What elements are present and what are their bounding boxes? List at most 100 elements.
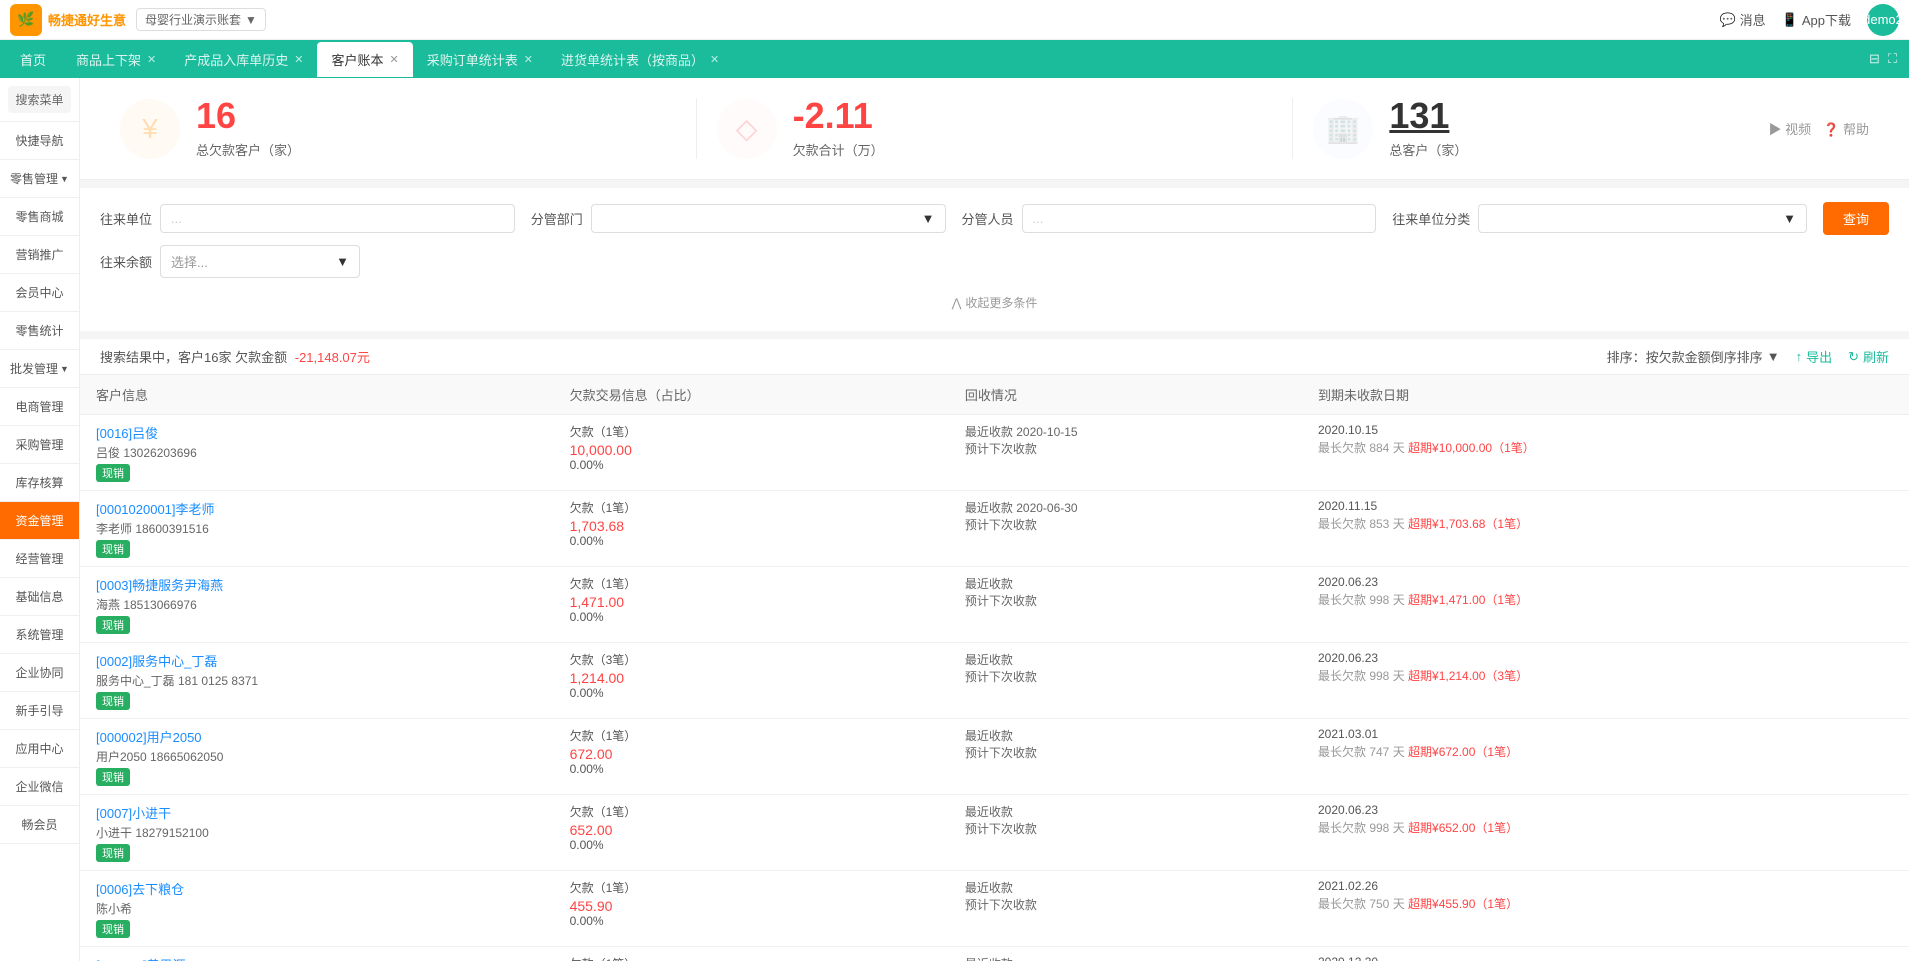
customer-name-link[interactable]: [000002]用户2050	[96, 730, 202, 745]
cell-debt-info: 欠款（1笔） 455.90 0.00%	[554, 871, 949, 947]
filter-category-input[interactable]: ▼	[1478, 204, 1807, 233]
sidebar-item-basic-info[interactable]: 基础信息	[0, 578, 79, 616]
money-icon: ¥	[120, 99, 180, 159]
filter-row-1: 往来单位 ... 分管部门 ▼ 分管人员	[100, 202, 1889, 235]
result-summary: 搜索结果中，客户16家 欠款金额 -21,148.07元	[100, 347, 370, 366]
sidebar-item-ops-mgmt[interactable]: 经营管理	[0, 540, 79, 578]
tab-import-stats-label: 进货单统计表（按商品）	[561, 50, 704, 69]
sidebar-item-quick-nav[interactable]: 快捷导航	[0, 122, 79, 160]
cell-customer-info: [0001020001]李老师 李老师 18600391516 现销	[80, 491, 554, 567]
collapse-bar[interactable]: ⋀ 收起更多条件	[100, 288, 1889, 317]
tab-product-toggle[interactable]: 商品上下架 ✕	[62, 42, 170, 77]
stat-total-debt-value: -2.11	[793, 98, 884, 134]
sidebar-item-retail-stats[interactable]: 零售统计	[0, 312, 79, 350]
overdue-link[interactable]: 超期¥10,000.00（1笔）	[1408, 441, 1535, 455]
customer-name-link[interactable]: [0016]吕俊	[96, 426, 158, 441]
debt-count: 欠款（1笔）	[570, 803, 933, 820]
tab-production-history-label: 产成品入库单历史	[184, 50, 288, 69]
customer-name-link[interactable]: [0007]小进干	[96, 806, 171, 821]
cell-customer-info: [0003]畅捷服务尹海燕 海燕 18513066976 现销	[80, 567, 554, 643]
search-button[interactable]: 查询	[1823, 202, 1889, 235]
debt-count: 欠款（1笔）	[570, 879, 933, 896]
tab-purchase-order-close[interactable]: ✕	[524, 53, 533, 66]
tab-expand-icon[interactable]: ⛶	[1888, 51, 1897, 67]
overdue-link[interactable]: 超期¥672.00（1笔）	[1408, 745, 1518, 759]
tab-customer-account[interactable]: 客户账本 ✕	[317, 42, 412, 77]
user-avatar-btn[interactable]: demo2	[1867, 4, 1899, 36]
video-btn[interactable]: ▶ 视频	[1769, 119, 1812, 138]
sidebar-item-vip-member[interactable]: 畅会员	[0, 806, 79, 844]
filter-dept-input[interactable]: ▼	[591, 204, 946, 233]
tab-home[interactable]: 首页	[4, 42, 62, 77]
sidebar-item-purchase-mgmt[interactable]: 采购管理	[0, 426, 79, 464]
customer-name-link[interactable]: [0001020001]李老师	[96, 502, 215, 517]
debt-count: 欠款（1笔）	[570, 575, 933, 592]
quick-nav-label: 快捷导航	[15, 132, 63, 149]
sidebar-item-new-guide[interactable]: 新手引导	[0, 692, 79, 730]
export-btn[interactable]: ↑ 导出	[1796, 347, 1833, 366]
cell-customer-info: [000002]用户2050 用户2050 18665062050 现销	[80, 719, 554, 795]
sidebar-item-batch-mgmt[interactable]: 批发管理 ▼	[0, 350, 79, 388]
sidebar-item-enterprise-collab[interactable]: 企业协同	[0, 654, 79, 692]
recovery-next: 预计下次收款	[965, 440, 1286, 457]
sidebar-basic-info-label: 基础信息	[15, 588, 63, 605]
sidebar-item-enterprise-wechat[interactable]: 企业微信	[0, 768, 79, 806]
recovery-next: 预计下次收款	[965, 896, 1286, 913]
table-row: [0001020001]李老师 李老师 18600391516 现销 欠款（1笔…	[80, 491, 1909, 567]
message-btn[interactable]: 💬 消息	[1719, 10, 1765, 29]
filter-person-input[interactable]: ...	[1022, 204, 1377, 233]
tab-product-toggle-close[interactable]: ✕	[147, 53, 156, 66]
filter-dept-label: 分管部门	[531, 209, 583, 228]
refresh-btn[interactable]: ↻ 刷新	[1848, 347, 1889, 366]
sidebar-item-inventory-check[interactable]: 库存核算	[0, 464, 79, 502]
tab-production-history-close[interactable]: ✕	[294, 53, 303, 66]
cell-recovery: 最近收款 2020-06-30 预计下次收款	[949, 491, 1302, 567]
cell-recovery: 最近收款 预计下次收款	[949, 567, 1302, 643]
recovery-next: 预计下次收款	[965, 744, 1286, 761]
sidebar-item-retail-mall[interactable]: 零售商城	[0, 198, 79, 236]
filter-unit-input[interactable]: ...	[160, 204, 515, 233]
sidebar-member-center-label: 会员中心	[15, 284, 63, 301]
tab-production-history[interactable]: 产成品入库单历史 ✕	[170, 42, 317, 77]
tab-import-stats[interactable]: 进货单统计表（按商品） ✕	[547, 42, 733, 77]
mobile-icon: 📱	[1782, 12, 1798, 28]
tab-minimize-icon[interactable]: ⊟	[1869, 51, 1880, 67]
dropdown-icon-balance: ▼	[336, 254, 349, 269]
tab-customer-account-label: 客户账本	[331, 50, 383, 69]
tab-customer-account-close[interactable]: ✕	[390, 53, 399, 66]
cell-due-date: 2020.06.23 最长欠款 998 天 超期¥1,471.00（1笔）	[1302, 567, 1909, 643]
app-download-btn[interactable]: 📱 App下载	[1782, 10, 1851, 29]
overdue-link[interactable]: 超期¥455.90（1笔）	[1408, 897, 1518, 911]
customer-phone: 用户2050 18665062050	[96, 748, 538, 765]
help-btn[interactable]: ❓ 帮助	[1823, 119, 1869, 138]
overdue-link[interactable]: 超期¥1,471.00（1笔）	[1408, 593, 1528, 607]
store-selector[interactable]: 母婴行业演示账套 ▼	[136, 8, 266, 31]
sidebar-item-app-center[interactable]: 应用中心	[0, 730, 79, 768]
overdue-link[interactable]: 超期¥652.00（1笔）	[1408, 821, 1518, 835]
sidebar-capital-label: 资金管理	[15, 512, 63, 529]
customer-name-link[interactable]: [0003]畅捷服务尹海燕	[96, 578, 223, 593]
customer-name-link[interactable]: [0006]去下粮仓	[96, 882, 184, 897]
sidebar-item-member-center[interactable]: 会员中心	[0, 274, 79, 312]
cell-recovery: 最近收款 2020-10-15 预计下次收款	[949, 415, 1302, 491]
sidebar-item-capital-mgmt[interactable]: 资金管理	[0, 502, 79, 540]
sidebar-item-retail-mgmt[interactable]: 零售管理 ▼	[0, 160, 79, 198]
tab-purchase-order[interactable]: 采购订单统计表 ✕	[413, 42, 547, 77]
customer-name-link[interactable]: [0002]服务中心_丁磊	[96, 654, 217, 669]
tab-import-stats-close[interactable]: ✕	[710, 53, 719, 66]
app-name: 畅捷通好生意	[48, 10, 126, 29]
debt-amount: 672.00	[570, 746, 933, 762]
cell-due-date: 2020.10.15 最长欠款 884 天 超期¥10,000.00（1笔）	[1302, 415, 1909, 491]
filter-balance-input[interactable]: 选择... ▼	[160, 245, 360, 278]
search-menu-btn[interactable]: 搜索菜单	[8, 86, 71, 113]
result-sort[interactable]: 排序：按欠款金额倒序排序 ▼	[1607, 347, 1780, 366]
debt-amount: 10,000.00	[570, 442, 933, 458]
overdue-link[interactable]: 超期¥1,703.68（1笔）	[1408, 517, 1528, 531]
filter-unit-label: 往来单位	[100, 209, 152, 228]
debt-pct: 0.00%	[570, 686, 933, 700]
table-header: 客户信息 欠款交易信息（占比） 回收情况 到期未收款日期	[80, 375, 1909, 415]
sidebar-item-ecommerce[interactable]: 电商管理	[0, 388, 79, 426]
sidebar-item-sys-mgmt[interactable]: 系统管理	[0, 616, 79, 654]
overdue-link[interactable]: 超期¥1,214.00（3笔）	[1408, 669, 1528, 683]
sidebar-item-marketing[interactable]: 营销推广	[0, 236, 79, 274]
